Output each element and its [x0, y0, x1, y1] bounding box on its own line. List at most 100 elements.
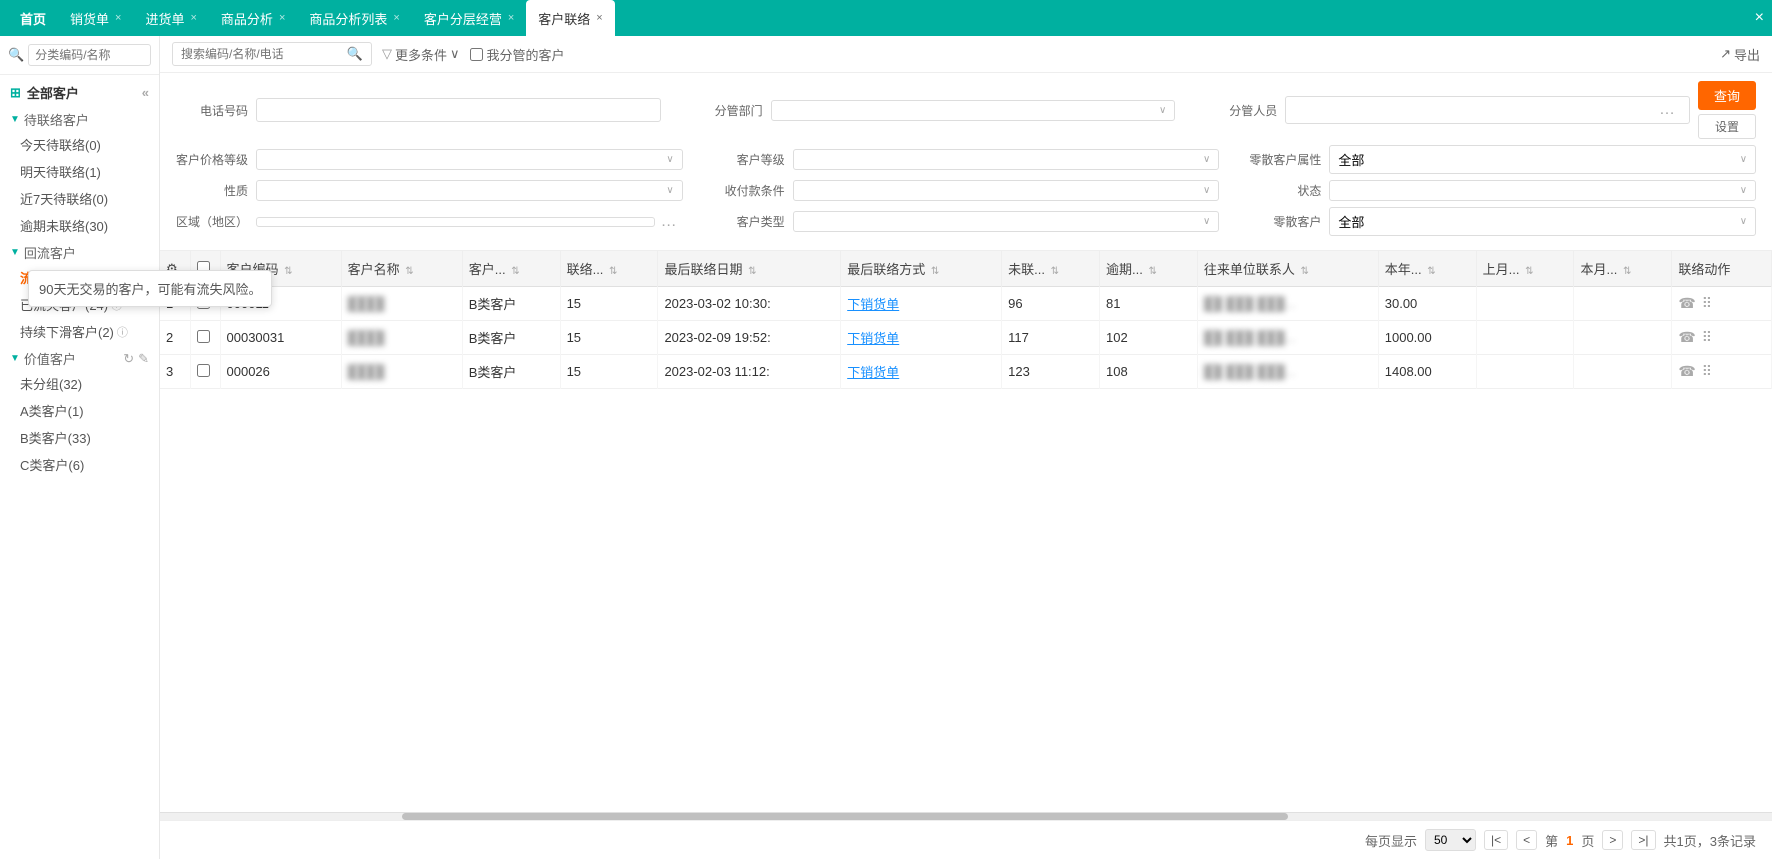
sort-unit-contact-icon: ⇅ — [1301, 266, 1309, 277]
export-btn[interactable]: ↗ 导出 — [1720, 45, 1760, 64]
filter-search-btn[interactable]: 🔍 — [347, 46, 363, 62]
col-actions: 联络动作 — [1672, 251, 1772, 287]
row-uncontacted: 117 — [1002, 321, 1100, 355]
col-overdue[interactable]: 逾期... ⇅ — [1100, 251, 1198, 287]
dept-select[interactable]: ∨ — [771, 100, 1176, 121]
call-icon[interactable]: ☎ — [1678, 329, 1695, 346]
sidebar-item-overdue[interactable]: 逾期未联络(30) — [0, 212, 159, 239]
sidebar-item-churn-down[interactable]: 持续下滑客户(2) ⓘ — [0, 318, 159, 345]
table-header-row: ⚙ 客户编码 ⇅ 客户名称 ⇅ — [160, 251, 1772, 287]
row-unit-contact: ██ ███ ███... — [1197, 355, 1378, 389]
tab-customer-link[interactable]: 客户联络 × — [526, 0, 614, 36]
value-refresh-icon[interactable]: ↻ — [123, 351, 134, 367]
close-customer-link-tab[interactable]: × — [596, 12, 602, 24]
col-name[interactable]: 客户名称 ⇅ — [341, 251, 462, 287]
row-last-contact-date: 2023-03-02 10:30: — [658, 287, 841, 321]
collapse-sidebar-btn[interactable]: « — [142, 85, 149, 100]
sidebar-search-area: 🔍 — [0, 36, 159, 75]
sidebar-item-class-a[interactable]: A类客户(1) — [0, 397, 159, 424]
row-select-checkbox[interactable] — [197, 330, 210, 343]
col-contact[interactable]: 联络... ⇅ — [560, 251, 658, 287]
grade-field: 客户等级 ∨ — [713, 149, 1220, 170]
close-customer-tier-tab[interactable]: × — [508, 12, 514, 24]
row-last-contact-method[interactable]: 下销货单 — [841, 355, 1002, 389]
row-last-contact-method[interactable]: 下销货单 — [841, 287, 1002, 321]
call-icon[interactable]: ☎ — [1678, 295, 1695, 312]
grade-select[interactable]: ∨ — [793, 149, 1220, 170]
close-purchase-tab[interactable]: × — [190, 12, 196, 24]
phone-field: 电话号码 — [176, 98, 661, 122]
last-page-btn[interactable]: >| — [1631, 830, 1655, 850]
more-actions-icon[interactable]: ⠿ — [1702, 329, 1712, 346]
col-last-contact-date[interactable]: 最后联络日期 ⇅ — [658, 251, 841, 287]
phone-input[interactable] — [256, 98, 661, 122]
region-select[interactable] — [256, 217, 655, 227]
col-last-contact-method[interactable]: 最后联络方式 ⇅ — [841, 251, 1002, 287]
sidebar-search-input[interactable] — [28, 44, 151, 66]
tab-purchase[interactable]: 进货单 × — [133, 0, 208, 36]
settings-btn[interactable]: 设置 — [1698, 114, 1756, 139]
row-this-year: 1000.00 — [1378, 321, 1476, 355]
payment-select[interactable]: ∨ — [793, 180, 1220, 201]
row-last-contact-method[interactable]: 下销货单 — [841, 321, 1002, 355]
row-name: ████ — [341, 321, 462, 355]
close-analysis-list-tab[interactable]: × — [393, 12, 399, 24]
customer-type-select[interactable]: ∨ — [793, 211, 1220, 232]
my-customers-checkbox-area[interactable]: 我分管的客户 — [470, 45, 565, 64]
price-level-field: 客户价格等级 ∨ — [176, 149, 683, 170]
col-unit-contact[interactable]: 往来单位联系人 ⇅ — [1197, 251, 1378, 287]
tab-sales[interactable]: 销货单 × — [58, 0, 133, 36]
price-level-select[interactable]: ∨ — [256, 149, 683, 170]
horizontal-scrollbar[interactable] — [160, 812, 1772, 820]
close-analysis-tab[interactable]: × — [279, 12, 285, 24]
retail-attr-select[interactable]: 全部 ∨ — [1329, 145, 1756, 174]
tab-customer-tier[interactable]: 客户分层经营 × — [412, 0, 526, 36]
retail-customer-select[interactable]: 全部 ∨ — [1329, 207, 1756, 236]
col-this-month[interactable]: 本月... ⇅ — [1574, 251, 1672, 287]
filter-search-input[interactable] — [181, 47, 343, 61]
retail-attr-label: 零散客户属性 — [1249, 151, 1329, 168]
row-last-contact-method-link[interactable]: 下销货单 — [847, 365, 899, 380]
sidebar-item-today[interactable]: 今天待联络(0) — [0, 131, 159, 158]
all-customers-header[interactable]: ⊞ 全部客户 « — [0, 75, 159, 106]
prev-page-btn[interactable]: < — [1516, 830, 1537, 850]
row-contact: 15 — [560, 355, 658, 389]
col-category[interactable]: 客户... ⇅ — [462, 251, 560, 287]
manager-more-icon[interactable]: … — [1653, 101, 1681, 119]
manager-select[interactable]: … — [1285, 96, 1690, 124]
more-conditions-btn[interactable]: ▽ 更多条件 ∨ — [382, 45, 460, 64]
scroll-thumb[interactable] — [402, 813, 1289, 820]
row-last-contact-method-link[interactable]: 下销货单 — [847, 297, 899, 312]
sidebar-item-class-c[interactable]: C类客户(6) — [0, 451, 159, 478]
sidebar-group-churn[interactable]: ▼ 回流客户 — [0, 239, 159, 264]
sidebar-item-tomorrow[interactable]: 明天待联络(1) — [0, 158, 159, 185]
sidebar-group-value[interactable]: ▼ 价值客户 ↻ ✎ — [0, 345, 159, 370]
window-close-btn[interactable]: × — [1755, 9, 1764, 27]
next-page-btn[interactable]: > — [1602, 830, 1623, 850]
sidebar-item-week[interactable]: 近7天待联络(0) — [0, 185, 159, 212]
row-last-contact-method-link[interactable]: 下销货单 — [847, 331, 899, 346]
tab-analysis[interactable]: 商品分析 × — [209, 0, 297, 36]
table-row: 200030031████B类客户152023-02-09 19:52:下销货单… — [160, 321, 1772, 355]
call-icon[interactable]: ☎ — [1678, 363, 1695, 380]
nature-select[interactable]: ∨ — [256, 180, 683, 201]
col-this-year[interactable]: 本年... ⇅ — [1378, 251, 1476, 287]
sidebar-item-ungroup[interactable]: 未分组(32) — [0, 370, 159, 397]
per-page-select[interactable]: 50 100 — [1425, 829, 1476, 851]
value-edit-icon[interactable]: ✎ — [138, 351, 149, 367]
region-more-icon[interactable]: … — [655, 213, 683, 231]
sidebar-item-class-b[interactable]: B类客户(33) — [0, 424, 159, 451]
more-actions-icon[interactable]: ⠿ — [1702, 363, 1712, 380]
more-actions-icon[interactable]: ⠿ — [1702, 295, 1712, 312]
close-sales-tab[interactable]: × — [115, 12, 121, 24]
row-select-checkbox[interactable] — [197, 364, 210, 377]
my-customers-checkbox[interactable] — [470, 48, 483, 61]
query-btn[interactable]: 查询 — [1698, 81, 1756, 110]
tab-analysis-list[interactable]: 商品分析列表 × — [297, 0, 411, 36]
tab-home[interactable]: 首页 — [8, 0, 58, 36]
col-uncontacted[interactable]: 未联... ⇅ — [1002, 251, 1100, 287]
first-page-btn[interactable]: |< — [1484, 830, 1508, 850]
status-select[interactable]: ∨ — [1329, 180, 1756, 201]
col-last-month[interactable]: 上月... ⇅ — [1476, 251, 1574, 287]
sidebar-group-pending[interactable]: ▼ 待联络客户 — [0, 106, 159, 131]
